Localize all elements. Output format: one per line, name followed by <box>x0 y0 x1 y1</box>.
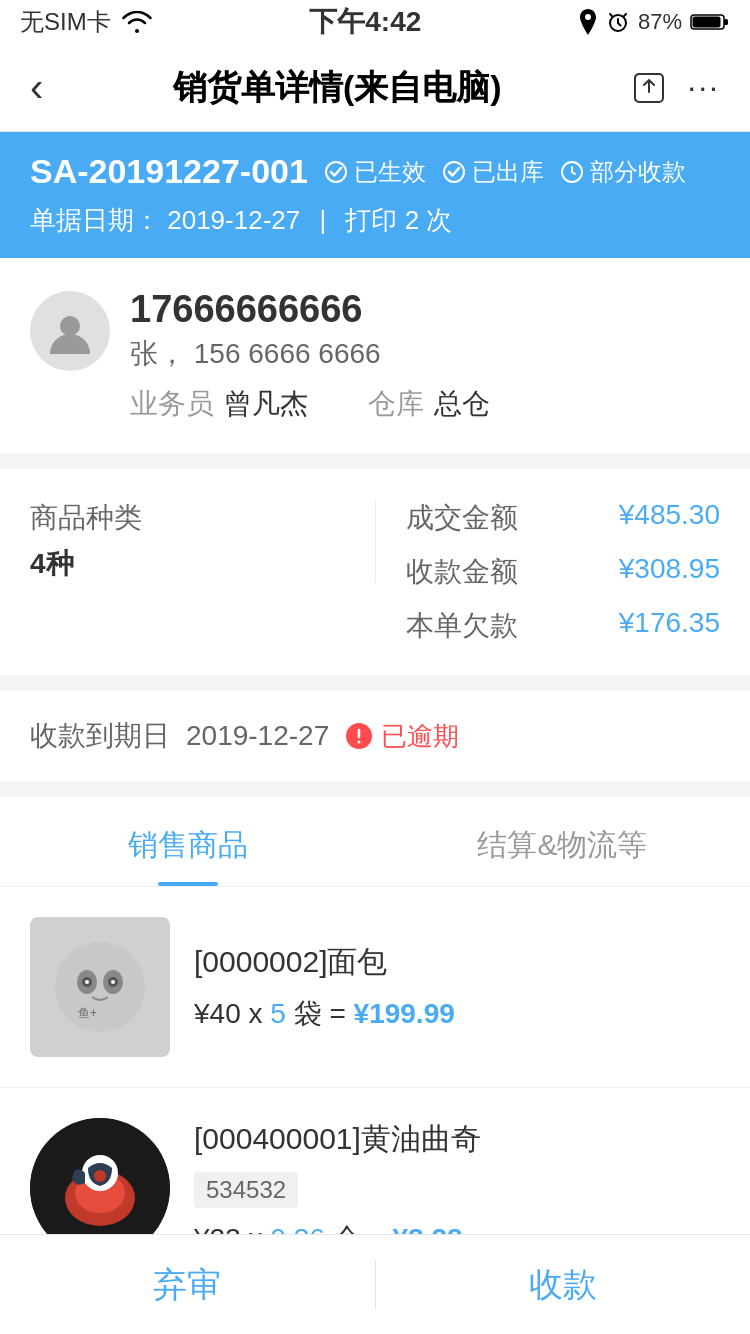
due-date-row: 收款到期日 2019-12-27 已逾期 <box>0 691 750 781</box>
customer-top: 17666666666 张， 156 6666 6666 <box>30 288 720 373</box>
tabs-container: 销售商品 结算&物流等 <box>0 797 750 887</box>
status-time: 下午4:42 <box>309 3 421 41</box>
clock-icon <box>560 160 584 184</box>
status-shipped: 已出库 <box>442 156 544 188</box>
svg-point-23 <box>94 1170 106 1182</box>
stats-amounts: 成交金额 ¥485.30 收款金额 ¥308.95 本单欠款 ¥176.35 <box>376 499 721 645</box>
page-title: 销货单详情(来自电脑) <box>173 65 502 111</box>
status-partial: 部分收款 <box>560 156 686 188</box>
amount-value: ¥485.30 <box>619 499 720 537</box>
product-name-2: [000400001]黄油曲奇 <box>194 1119 720 1160</box>
customer-meta: 业务员 曾凡杰 仓库 总仓 <box>30 385 720 423</box>
user-avatar-icon <box>45 306 95 356</box>
salesman-item: 业务员 曾凡杰 <box>130 385 308 423</box>
bottom-bar: 弃审 收款 <box>0 1234 750 1334</box>
owed-row: 本单欠款 ¥176.35 <box>406 607 721 645</box>
collect-payment-button[interactable]: 收款 <box>376 1242 751 1328</box>
carrier-label: 无SIM卡 <box>20 6 111 38</box>
wifi-icon <box>121 11 153 33</box>
category-label: 商品种类 <box>30 499 345 537</box>
header-date-row: 单据日期： 2019-12-27 | 打印 2 次 <box>30 203 720 238</box>
amount-row: 成交金额 ¥485.30 <box>406 499 721 537</box>
tab-settlement[interactable]: 结算&物流等 <box>375 797 750 886</box>
nav-bar: ‹ 销货单详情(来自电脑) ··· <box>0 44 750 132</box>
warehouse-label: 仓库 <box>368 385 424 423</box>
avatar <box>30 291 110 371</box>
svg-point-11 <box>55 942 145 1032</box>
salesman-label: 业务员 <box>130 385 214 423</box>
status-left: 无SIM卡 <box>20 6 153 38</box>
product-info-1: [0000002]面包 ¥40 x 5 袋 = ¥199.99 <box>194 942 720 1033</box>
location-icon <box>578 9 598 35</box>
tabs: 销售商品 结算&物流等 <box>0 797 750 886</box>
customer-info: 17666666666 张， 156 6666 6666 <box>130 288 381 373</box>
customer-card: 17666666666 张， 156 6666 6666 业务员 曾凡杰 仓库 … <box>0 258 750 453</box>
customer-id: 17666666666 <box>130 288 381 331</box>
owed-label: 本单欠款 <box>406 607 518 645</box>
product-name-1: [0000002]面包 <box>194 942 720 983</box>
svg-rect-3 <box>692 17 720 28</box>
product-sku-2: 534532 <box>194 1172 298 1208</box>
overdue-badge: 已逾期 <box>345 719 459 754</box>
customer-name-phone: 张， 156 6666 6666 <box>130 335 381 373</box>
status-effective: 已生效 <box>324 156 426 188</box>
received-label: 收款金额 <box>406 553 518 591</box>
svg-point-10 <box>358 741 361 744</box>
product-price-1: ¥40 x 5 袋 = ¥199.99 <box>194 995 720 1033</box>
product-qty-1: 5 <box>270 998 286 1029</box>
category-value: 4种 <box>30 545 345 583</box>
order-id: SA-20191227-001 <box>30 152 308 191</box>
due-date-value: 2019-12-27 <box>186 720 329 752</box>
alarm-icon <box>606 10 630 34</box>
svg-point-8 <box>60 316 80 336</box>
more-button[interactable]: ··· <box>687 69 720 106</box>
product-total-1: ¥199.99 <box>354 998 455 1029</box>
warehouse-item: 仓库 总仓 <box>368 385 490 423</box>
cancel-review-button[interactable]: 弃审 <box>0 1242 375 1328</box>
list-item: 鱼+ [0000002]面包 ¥40 x 5 袋 = ¥199.99 <box>0 887 750 1088</box>
svg-rect-2 <box>724 19 728 25</box>
product-list: 鱼+ [0000002]面包 ¥40 x 5 袋 = ¥199.99 <box>0 887 750 1289</box>
overdue-label: 已逾期 <box>381 719 459 754</box>
check-icon-1 <box>324 160 348 184</box>
overdue-warning-icon <box>345 722 373 750</box>
salesman-value: 曾凡杰 <box>224 385 308 423</box>
order-id-row: SA-20191227-001 已生效 已出库 部分收款 <box>30 152 720 191</box>
stats-card: 商品种类 4种 成交金额 ¥485.30 收款金额 ¥308.95 本单欠款 ¥… <box>0 469 750 675</box>
stats-category-section: 商品种类 4种 <box>30 499 376 583</box>
nav-icons: ··· <box>631 69 720 106</box>
status-right: 87% <box>578 9 730 35</box>
received-row: 收款金额 ¥308.95 <box>406 553 721 591</box>
svg-point-16 <box>85 980 89 984</box>
battery-icon <box>690 12 730 32</box>
back-button[interactable]: ‹ <box>30 65 43 110</box>
svg-text:鱼+: 鱼+ <box>78 1006 97 1020</box>
share-icon[interactable] <box>631 70 667 106</box>
received-value: ¥308.95 <box>619 553 720 591</box>
owed-value: ¥176.35 <box>619 607 720 645</box>
amount-label: 成交金额 <box>406 499 518 537</box>
owl-logo-icon: 鱼+ <box>50 937 150 1037</box>
battery-percent: 87% <box>638 9 682 35</box>
check-icon-2 <box>442 160 466 184</box>
product-thumbnail-1: 鱼+ <box>30 917 170 1057</box>
status-bar: 无SIM卡 下午4:42 87% <box>0 0 750 44</box>
header-banner: SA-20191227-001 已生效 已出库 部分收款 单据日期： 2019-… <box>0 132 750 258</box>
tab-products[interactable]: 销售商品 <box>0 797 375 886</box>
warehouse-value: 总仓 <box>434 385 490 423</box>
svg-point-17 <box>111 980 115 984</box>
due-date-label: 收款到期日 <box>30 717 170 755</box>
